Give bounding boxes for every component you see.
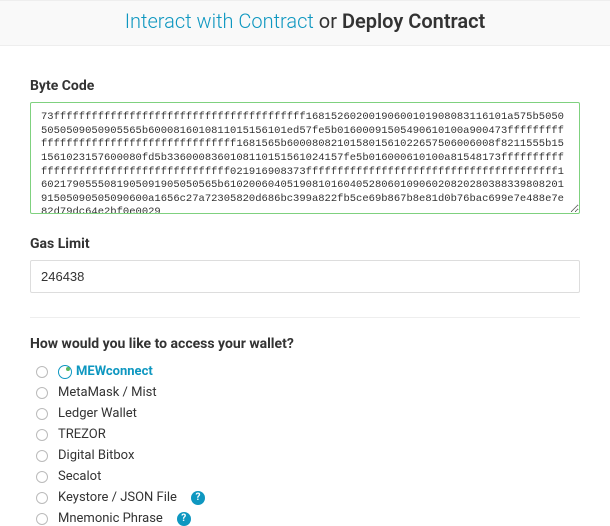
gas-limit-label: Gas Limit (30, 236, 580, 252)
radio-icon[interactable] (36, 408, 48, 420)
wallet-option-digital-bitbox[interactable]: Digital Bitbox (36, 448, 580, 463)
mewconnect-icon (58, 365, 72, 379)
bytecode-input[interactable] (30, 102, 580, 214)
gas-limit-input[interactable] (30, 260, 580, 293)
wallet-option-label: Mnemonic Phrase (58, 511, 163, 526)
wallet-option-mewconnect[interactable]: MEWconnect (36, 364, 580, 379)
wallet-option-mnemonic[interactable]: Mnemonic Phrase ? (36, 511, 580, 526)
wallet-option-label: MEWconnect (76, 364, 153, 379)
wallet-access-title: How would you like to access your wallet… (30, 336, 580, 352)
radio-icon[interactable] (36, 366, 48, 378)
wallet-option-label: MetaMask / Mist (58, 385, 157, 400)
tab-separator: or (314, 9, 342, 33)
wallet-option-label: Ledger Wallet (58, 406, 137, 421)
wallet-option-label: Digital Bitbox (58, 448, 134, 463)
radio-icon[interactable] (36, 429, 48, 441)
wallet-option-metamask[interactable]: MetaMask / Mist (36, 385, 580, 400)
radio-icon[interactable] (36, 450, 48, 462)
wallet-option-label: TREZOR (58, 427, 106, 442)
wallet-option-secalot[interactable]: Secalot (36, 469, 580, 484)
radio-icon[interactable] (36, 513, 48, 525)
wallet-options-list: MEWconnect MetaMask / Mist Ledger Wallet… (30, 364, 580, 526)
radio-icon[interactable] (36, 471, 48, 483)
wallet-option-keystore[interactable]: Keystore / JSON File ? (36, 490, 580, 505)
wallet-option-trezor[interactable]: TREZOR (36, 427, 580, 442)
wallet-option-label: Secalot (58, 469, 101, 484)
radio-icon[interactable] (36, 492, 48, 504)
bytecode-label: Byte Code (30, 78, 580, 94)
section-divider (30, 317, 580, 318)
radio-icon[interactable] (36, 387, 48, 399)
header-tabs: Interact with Contract or Deploy Contrac… (0, 0, 610, 46)
help-icon[interactable]: ? (191, 491, 205, 505)
tab-interact[interactable]: Interact with Contract (125, 9, 314, 33)
help-icon[interactable]: ? (177, 512, 191, 526)
tab-deploy[interactable]: Deploy Contract (342, 9, 485, 33)
wallet-option-label: Keystore / JSON File (58, 490, 177, 505)
wallet-option-ledger[interactable]: Ledger Wallet (36, 406, 580, 421)
